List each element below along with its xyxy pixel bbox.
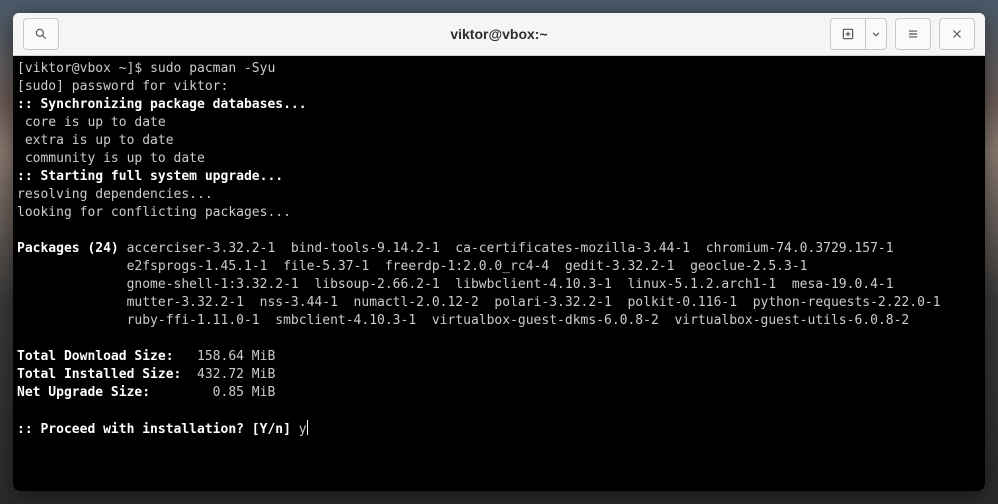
sync-line: community is up to date (17, 151, 205, 166)
installed-size-label: Total Installed Size: (17, 367, 197, 382)
new-tab-button[interactable] (830, 18, 866, 50)
net-size-value: 0.85 MiB (197, 385, 275, 400)
terminal-output[interactable]: [viktor@vbox ~]$ sudo pacman -Syu [sudo]… (13, 56, 985, 491)
download-size-value: 158.64 MiB (197, 349, 275, 364)
shell-prompt: [viktor@vbox ~]$ (17, 61, 150, 76)
chevron-down-icon (869, 27, 883, 41)
sync-line: extra is up to date (17, 133, 174, 148)
menu-button[interactable] (895, 18, 931, 50)
new-tab-icon (841, 27, 855, 41)
sync-header: :: Synchronizing package databases... (17, 97, 307, 112)
packages-line: e2fsprogs-1.45.1-1 file-5.37-1 freerdp-1… (17, 259, 808, 274)
search-button[interactable] (23, 18, 59, 50)
new-tab-dropdown[interactable] (865, 18, 887, 50)
packages-line: gnome-shell-1:3.32.2-1 libsoup-2.66.2-1 … (17, 277, 894, 292)
hamburger-icon (906, 27, 920, 41)
packages-line: mutter-3.32.2-1 nss-3.44-1 numactl-2.0.1… (17, 295, 941, 310)
titlebar: viktor@vbox:~ (13, 13, 985, 56)
sudo-prompt: [sudo] password for viktor: (17, 79, 228, 94)
terminal-window: viktor@vbox:~ [viktor@vbox ~]$ sudo pacm… (13, 13, 985, 491)
search-icon (34, 27, 48, 41)
packages-label: Packages (24) (17, 241, 119, 256)
resolve-line: resolving dependencies... (17, 187, 213, 202)
sync-line: core is up to date (17, 115, 166, 130)
net-size-label: Net Upgrade Size: (17, 385, 197, 400)
download-size-label: Total Download Size: (17, 349, 197, 364)
packages-line: accerciser-3.32.2-1 bind-tools-9.14.2-1 … (119, 241, 894, 256)
close-button[interactable] (939, 18, 975, 50)
packages-line: ruby-ffi-1.11.0-1 smbclient-4.10.3-1 vir… (17, 313, 909, 328)
resolve-line: looking for conflicting packages... (17, 205, 291, 220)
command-text: sudo pacman -Syu (150, 61, 275, 76)
installed-size-value: 432.72 MiB (197, 367, 275, 382)
close-icon (950, 27, 964, 41)
proceed-input: y (299, 422, 307, 437)
upgrade-header: :: Starting full system upgrade... (17, 169, 283, 184)
cursor (307, 420, 308, 435)
proceed-prompt: :: Proceed with installation? [Y/n] (17, 422, 299, 437)
